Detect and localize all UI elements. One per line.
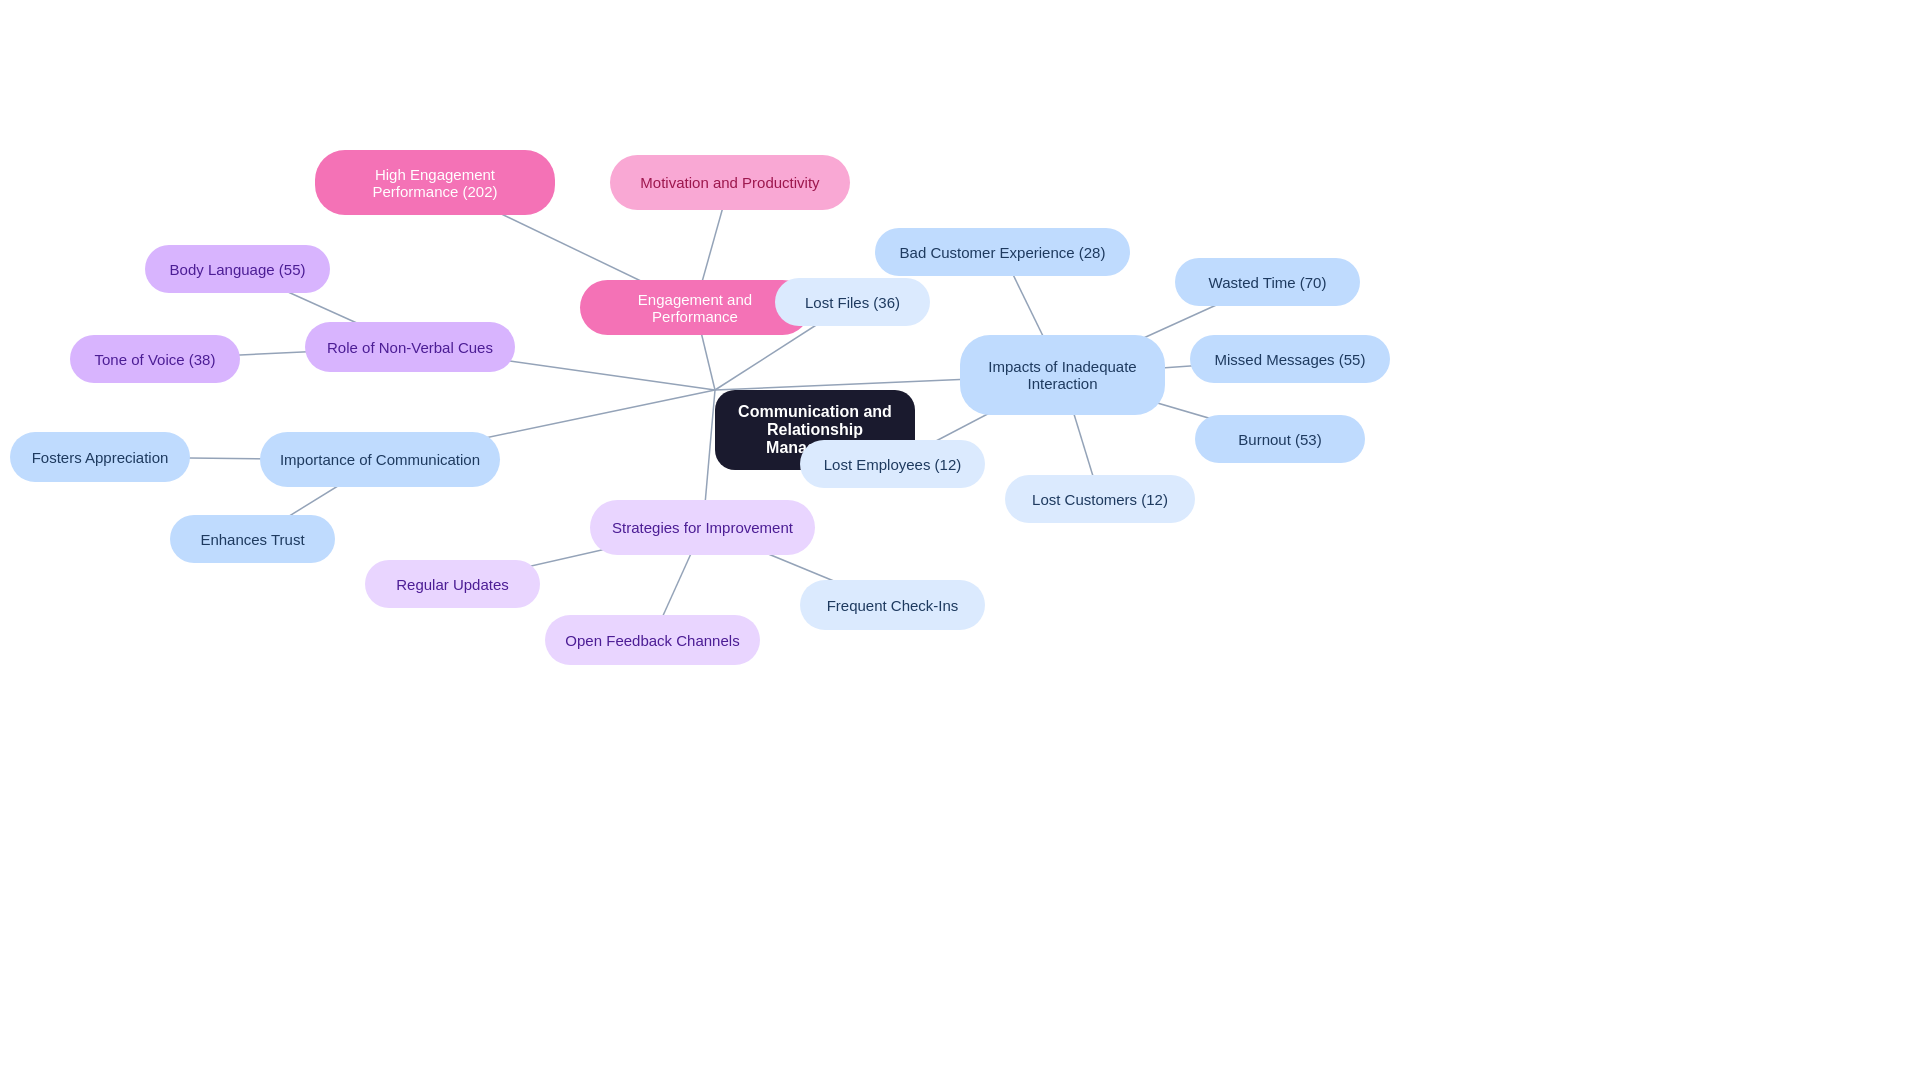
importance-communication: Importance of Communication (260, 432, 500, 487)
enhances-trust: Enhances Trust (170, 515, 335, 563)
burnout: Burnout (53) (1195, 415, 1365, 463)
role-nonverbal: Role of Non-Verbal Cues (305, 322, 515, 372)
lost-customers: Lost Customers (12) (1005, 475, 1195, 523)
missed-messages: Missed Messages (55) (1190, 335, 1390, 383)
strategies-improvement: Strategies for Improvement (590, 500, 815, 555)
high-engagement: High Engagement Performance (202) (315, 150, 555, 215)
regular-updates: Regular Updates (365, 560, 540, 608)
body-language: Body Language (55) (145, 245, 330, 293)
open-feedback: Open Feedback Channels (545, 615, 760, 665)
lost-files: Lost Files (36) (775, 278, 930, 326)
frequent-checkins: Frequent Check-Ins (800, 580, 985, 630)
motivation-productivity: Motivation and Productivity (610, 155, 850, 210)
bad-customer: Bad Customer Experience (28) (875, 228, 1130, 276)
wasted-time: Wasted Time (70) (1175, 258, 1360, 306)
fosters-appreciation: Fosters Appreciation (10, 432, 190, 482)
lost-employees: Lost Employees (12) (800, 440, 985, 488)
tone-of-voice: Tone of Voice (38) (70, 335, 240, 383)
impacts-inadequate: Impacts of Inadequate Interaction (960, 335, 1165, 415)
